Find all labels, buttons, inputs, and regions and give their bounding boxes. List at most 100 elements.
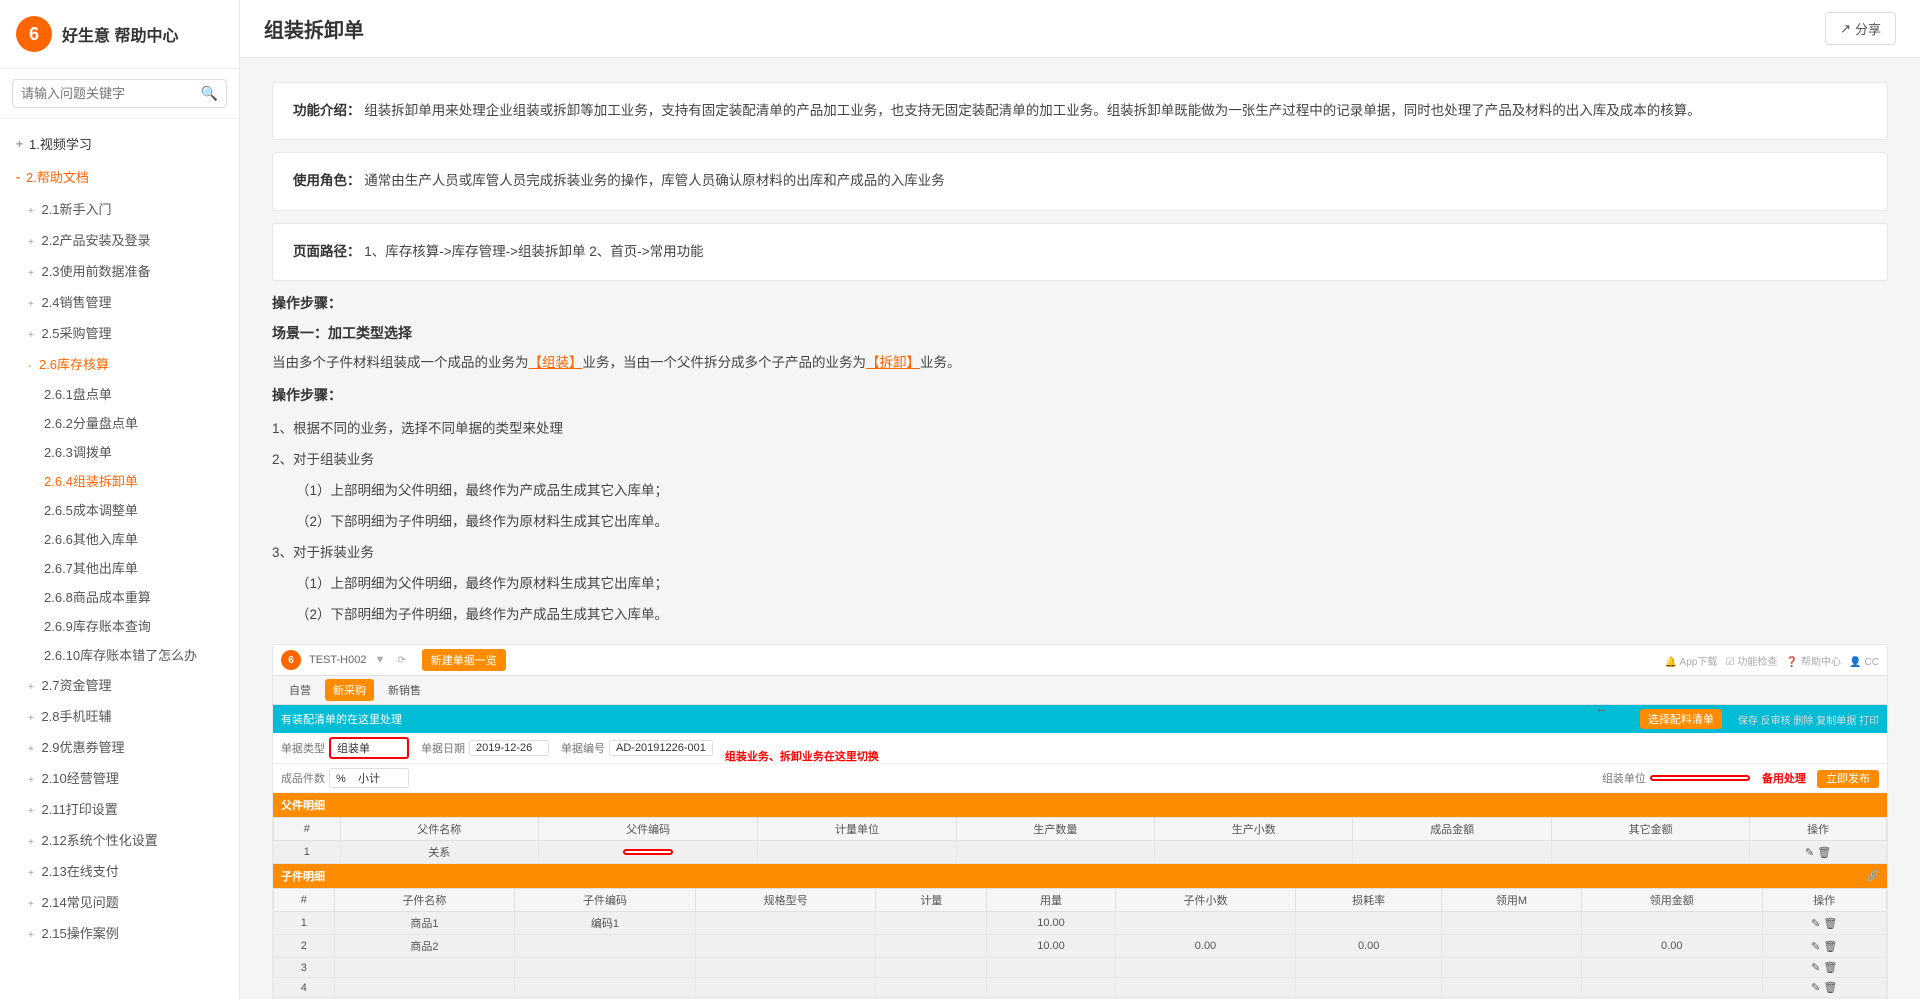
step-2: 2、对于组装业务 [272, 446, 1888, 473]
search-area: 🔍 [0, 69, 239, 119]
sidebar-item-g2-3[interactable]: + 2.3使用前数据准备 [28, 255, 239, 286]
sidebar-item-g2-6-1[interactable]: 2.6.1盘点单 [44, 379, 239, 408]
sim-top-table-wrapper: # 父件名称 父件编码 计量单位 生产数量 生产小数 成品金额 其它金额 操作 [273, 817, 1887, 864]
step-2-1: （1）上部明细为父件明细，最终作为产成品生成其它入库单； [272, 477, 1888, 504]
path-label: 页面路径： [293, 244, 361, 259]
sidebar-item-g2-6-5[interactable]: 2.6.5成本调整单 [44, 495, 239, 524]
sim-nav-xincaigou[interactable]: 新采购 [325, 679, 374, 701]
nav-group-2: - 2.帮助文档 + 2.1新手入门 + 2.2产品安装及登录 + 2.3使用前… [0, 160, 239, 948]
sim-top-bar: 6 TEST-H002 ▼ ⟳ 新建单据一览 🔔 App下载 ☑ 功能检查 ❓ … [273, 645, 1887, 676]
sim-bth-spec: 规格型号 [695, 889, 876, 912]
sidebar-item-g2-6-3[interactable]: 2.6.3调拨单 [44, 437, 239, 466]
app-title: 好生意 帮助中心 [62, 22, 178, 46]
table-row: 2 商品2 10.00 0.00 0.00 0.00 ✎ 🗑 [274, 935, 1887, 958]
sim-type-label: 单据类型 [281, 740, 325, 756]
sim-org-label: 组装单位 [1602, 770, 1646, 786]
app-logo-icon: 6 [16, 16, 52, 52]
sidebar-item-g2-6[interactable]: - 2.6库存核算 [28, 348, 239, 379]
sim-docno-label: 单据编号 [561, 740, 605, 756]
sidebar-item-g2-6-4[interactable]: 2.6.4组装拆卸单 [44, 466, 239, 495]
sidebar-item-g2-1[interactable]: + 2.1新手入门 [28, 193, 239, 224]
search-input[interactable] [21, 86, 201, 101]
sim-count-input[interactable]: % 小计 [329, 768, 409, 788]
sidebar-item-g2-10[interactable]: + 2.10经营管理 [28, 762, 239, 793]
expand-icon-g1: + [16, 137, 23, 151]
share-button[interactable]: ↗ 分享 [1825, 12, 1896, 45]
step-list: 1、根据不同的业务，选择不同单据的类型来处理 2、对于组装业务 （1）上部明细为… [272, 415, 1888, 628]
highlight-assembly[interactable]: 【组装】 [529, 355, 583, 370]
sim-bth-unit: 计量 [876, 889, 987, 912]
logo-area: 6 好生意 帮助中心 [0, 0, 239, 69]
sidebar-item-g2-9[interactable]: + 2.9优惠券管理 [28, 731, 239, 762]
sidebar-item-g2-13[interactable]: + 2.13在线支付 [28, 855, 239, 886]
sidebar-item-g2-5[interactable]: + 2.5采购管理 [28, 317, 239, 348]
sim-bth-qdec: 子件小数 [1115, 889, 1296, 912]
sim-company: TEST-H002 [309, 654, 366, 666]
search-box[interactable]: 🔍 [12, 79, 227, 108]
path-text: 1、库存核算->库存管理->组装拆卸单 2、首页->常用功能 [364, 244, 703, 259]
sim-td-qdec [1155, 841, 1353, 864]
top-bar: 组装拆卸单 ↗ 分享 [240, 0, 1920, 58]
search-icon[interactable]: 🔍 [201, 85, 218, 102]
screenshot-container: 6 TEST-H002 ▼ ⟳ 新建单据一览 🔔 App下载 ☑ 功能检查 ❓ … [272, 644, 1888, 999]
sidebar-item-g2-6-6[interactable]: 2.6.6其他入库单 [44, 524, 239, 553]
sidebar-item-g2-6-10[interactable]: 2.6.10库存账本错了怎么办 [44, 640, 239, 669]
sim-top-section-header: 父件明细 [273, 793, 1887, 817]
sim-teal-bar: 有装配清单的在这里处理 选择配料清单 保存 反审核 删除 复制单据 打印 [273, 705, 1887, 733]
sim-teal-text: 有装配清单的在这里处理 [281, 711, 402, 727]
sim-bottom-table: # 子件名称 子件编码 规格型号 计量 用量 子件小数 损耗率 领用M 领用金额 [273, 888, 1887, 999]
sim-field-date: 单据日期 2019-12-26 [421, 740, 549, 756]
sim-org-input[interactable] [1650, 775, 1750, 781]
sidebar-item-g2-8[interactable]: + 2.8手机旺辅 [28, 700, 239, 731]
sidebar-item-g2-12[interactable]: + 2.12系统个性化设置 [28, 824, 239, 855]
sim-bth-amt: 领用金额 [1581, 889, 1762, 912]
sim-nav-ziying[interactable]: 自营 [281, 679, 319, 701]
path-block: 页面路径： 1、库存核算->库存管理->组装拆卸单 2、首页->常用功能 [272, 223, 1888, 281]
sim-td-op: ✎ 🗑 [1750, 841, 1887, 864]
sidebar-item-g2-11[interactable]: + 2.11打印设置 [28, 793, 239, 824]
sidebar-item-g2-6-9[interactable]: 2.6.9库存账本查询 [44, 611, 239, 640]
sidebar-item-g2-14[interactable]: + 2.14常见问题 [28, 886, 239, 917]
sidebar-sub-g2-6: 2.6.1盘点单 2.6.2分量盘点单 2.6.3调拨单 2.6.4组装拆卸单 … [28, 379, 239, 669]
sim-logo: 6 [281, 650, 301, 670]
sim-dropdown-icon: ▼ [374, 654, 385, 666]
sim-td-unit [758, 841, 956, 864]
sidebar-item-g2-7[interactable]: + 2.7资金管理 [28, 669, 239, 700]
sidebar-item-label-g2: 2.帮助文档 [26, 167, 89, 186]
sim-date-input[interactable]: 2019-12-26 [469, 740, 549, 756]
sidebar-sub-g2: + 2.1新手入门 + 2.2产品安装及登录 + 2.3使用前数据准备 + 2.… [0, 193, 239, 948]
step-1: 1、根据不同的业务，选择不同单据的类型来处理 [272, 415, 1888, 442]
sidebar-item-g2[interactable]: - 2.帮助文档 [0, 160, 239, 193]
sim-docno-input[interactable]: AD-20191226-001 [609, 740, 713, 756]
sim-bth-no: # [274, 889, 335, 912]
sidebar-item-g2-2[interactable]: + 2.2产品安装及登录 [28, 224, 239, 255]
sim-confirm-btn[interactable]: 立即发布 [1817, 770, 1879, 788]
sim-new-order-btn[interactable]: 新建单据一览 [422, 649, 506, 671]
sim-doc-fields: 单据类型 组装单 单据日期 2019-12-26 单据编号 AD-2019122… [273, 733, 1887, 764]
sim-td-amount [1353, 841, 1551, 864]
sim-count-label: 成品件数 [281, 770, 325, 786]
content-area: 功能介绍： 组装拆卸单用来处理企业组装或拆卸等加工业务，支持有固定装配清单的产品… [240, 58, 1920, 999]
sidebar-item-g2-6-8[interactable]: 2.6.8商品成本重算 [44, 582, 239, 611]
sidebar-item-g1[interactable]: + 1.视频学习 [0, 127, 239, 160]
sim-screenshot: 6 TEST-H002 ▼ ⟳ 新建单据一览 🔔 App下载 ☑ 功能检查 ❓ … [273, 645, 1887, 999]
sim-annotation-label: 组装业务、拆卸业务在这里切换 [725, 748, 879, 764]
sim-top-table: # 父件名称 父件编码 计量单位 生产数量 生产小数 成品金额 其它金额 操作 [273, 817, 1887, 864]
sim-td-no: 1 [274, 841, 341, 864]
sidebar-item-g2-6-2[interactable]: 2.6.2分量盘点单 [44, 408, 239, 437]
sidebar-item-g2-15[interactable]: + 2.15操作案例 [28, 917, 239, 948]
main-area: 组装拆卸单 ↗ 分享 功能介绍： 组装拆卸单用来处理企业组装或拆卸等加工业务，支… [240, 0, 1920, 999]
sim-nav-xinxiaoshou[interactable]: 新销售 [380, 679, 429, 701]
sim-type-input[interactable]: 组装单 [329, 737, 409, 759]
func-intro-block: 功能介绍： 组装拆卸单用来处理企业组装或拆卸等加工业务，支持有固定装配清单的产品… [272, 82, 1888, 140]
sim-date-label: 单据日期 [421, 740, 465, 756]
sim-select-bom-btn[interactable]: 选择配料清单 [1640, 709, 1722, 729]
highlight-disassembly[interactable]: 【拆卸】 [866, 355, 920, 370]
sim-field-type: 单据类型 组装单 [281, 737, 409, 759]
sidebar-item-g2-4[interactable]: + 2.4销售管理 [28, 286, 239, 317]
sim-th-pcode: 父件编码 [538, 818, 757, 841]
sim-field-count: 成品件数 % 小计 [281, 768, 409, 788]
sim-td-qty [956, 841, 1154, 864]
sim-bth-name: 子件名称 [334, 889, 515, 912]
sidebar-item-g2-6-7[interactable]: 2.6.7其他出库单 [44, 553, 239, 582]
